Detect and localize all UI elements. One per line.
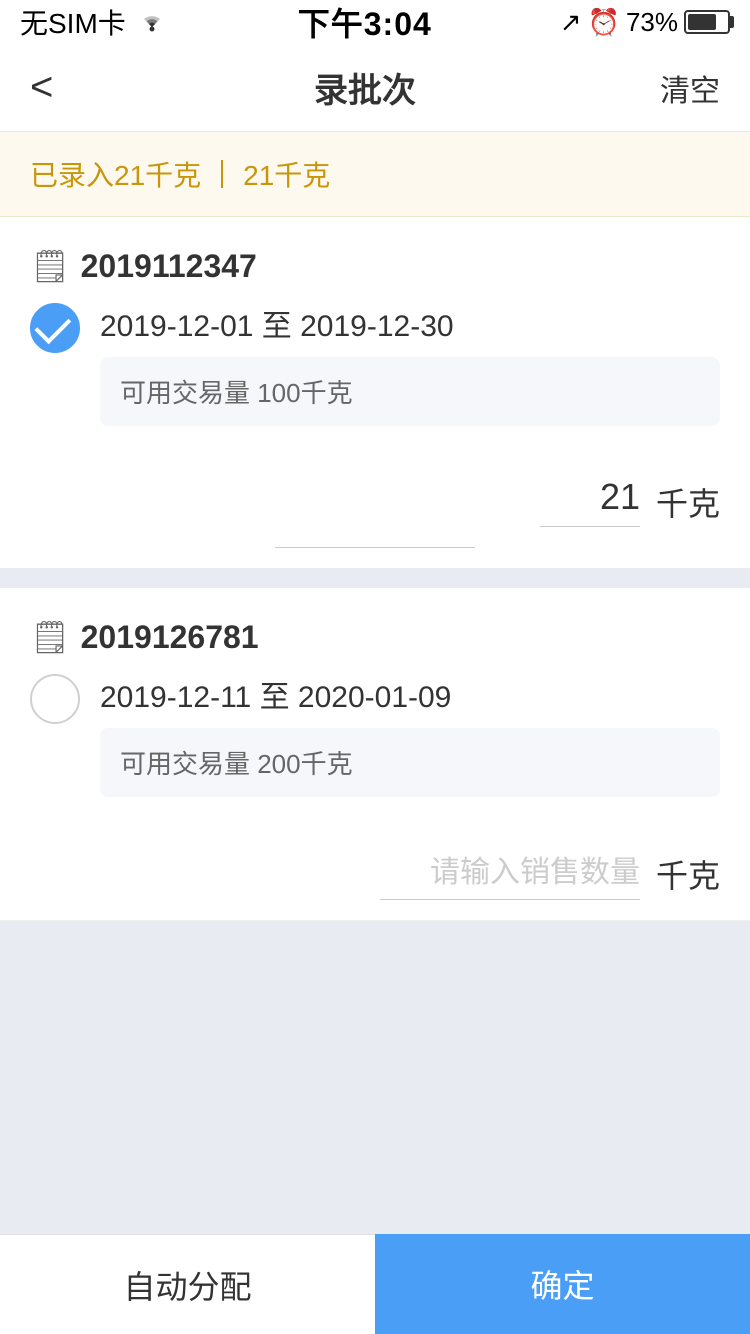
batch1-doc-icon: 🗒 — [30, 247, 71, 285]
batch1-item: 🗒 2019112347 2019-12-01 至 2019-12-30 可用交… — [0, 217, 750, 456]
batch1-info: 2019-12-01 至 2019-12-30 可用交易量 100千克 — [100, 301, 720, 426]
carrier-text: 无SIM卡 — [20, 2, 126, 42]
battery-percent: 73% — [626, 7, 678, 38]
batch2-row: 2019-12-11 至 2020-01-09 可用交易量 200千克 — [30, 672, 720, 797]
batch1-available: 可用交易量 100千克 — [100, 357, 720, 426]
summary-amount: 21千克 — [243, 154, 330, 194]
batch2-doc-icon: 🗒 — [30, 618, 71, 656]
batch1-quantity-value: 21 — [600, 476, 640, 517]
batch2-item: 🗒 2019126781 2019-12-11 至 2020-01-09 可用交… — [0, 588, 750, 827]
status-right: ↗ ⏰ 73% — [560, 7, 730, 38]
batch1-row: 2019-12-01 至 2019-12-30 可用交易量 100千克 — [30, 301, 720, 426]
batch2-id: 2019126781 — [81, 619, 259, 656]
summary-label: 已录入21千克 — [30, 154, 201, 194]
clear-button[interactable]: 清空 — [640, 66, 720, 110]
batch1-checkbox[interactable] — [30, 303, 80, 353]
batch2-header: 🗒 2019126781 — [30, 618, 720, 656]
section-divider — [0, 568, 750, 588]
status-bar: 无SIM卡 下午3:04 ↗ ⏰ 73% — [0, 0, 750, 44]
battery-icon — [684, 10, 730, 34]
batch2-card: 🗒 2019126781 2019-12-11 至 2020-01-09 可用交… — [0, 588, 750, 921]
location-icon: ↗ — [560, 7, 582, 38]
summary-bar: 已录入21千克 21千克 — [0, 132, 750, 217]
status-time: 下午3:04 — [298, 0, 432, 45]
batch2-date: 2019-12-11 至 2020-01-09 — [100, 672, 720, 716]
wifi-icon — [134, 5, 170, 40]
batch2-available: 可用交易量 200千克 — [100, 728, 720, 797]
batch1-header: 🗒 2019112347 — [30, 247, 720, 285]
batch2-info: 2019-12-11 至 2020-01-09 可用交易量 200千克 — [100, 672, 720, 797]
batch2-quantity-input[interactable]: 请输入销售数量 — [380, 847, 640, 900]
page-title: 录批次 — [314, 63, 416, 112]
nav-bar: < 录批次 清空 — [0, 44, 750, 132]
status-left: 无SIM卡 — [20, 2, 170, 42]
bottom-bar: 自动分配 确定 — [0, 1234, 750, 1334]
batch1-id: 2019112347 — [81, 248, 257, 285]
batch1-quantity-row: 21 千克 — [0, 456, 750, 547]
back-button[interactable]: < — [30, 65, 90, 110]
auto-distribute-button[interactable]: 自动分配 — [0, 1234, 375, 1334]
alarm-icon: ⏰ — [588, 7, 620, 38]
batch1-unit: 千克 — [656, 479, 720, 525]
batch2-checkbox[interactable] — [30, 674, 80, 724]
confirm-button[interactable]: 确定 — [375, 1234, 750, 1334]
summary-divider — [221, 160, 223, 188]
batch1-divider — [275, 547, 475, 548]
batch1-card: 🗒 2019112347 2019-12-01 至 2019-12-30 可用交… — [0, 217, 750, 568]
batch1-date: 2019-12-01 至 2019-12-30 — [100, 301, 720, 345]
batch1-quantity-input[interactable]: 21 — [540, 476, 640, 527]
batch2-input-row: 请输入销售数量 千克 — [0, 827, 750, 921]
batch2-unit: 千克 — [656, 851, 720, 897]
batch2-placeholder: 请输入销售数量 — [430, 856, 640, 889]
